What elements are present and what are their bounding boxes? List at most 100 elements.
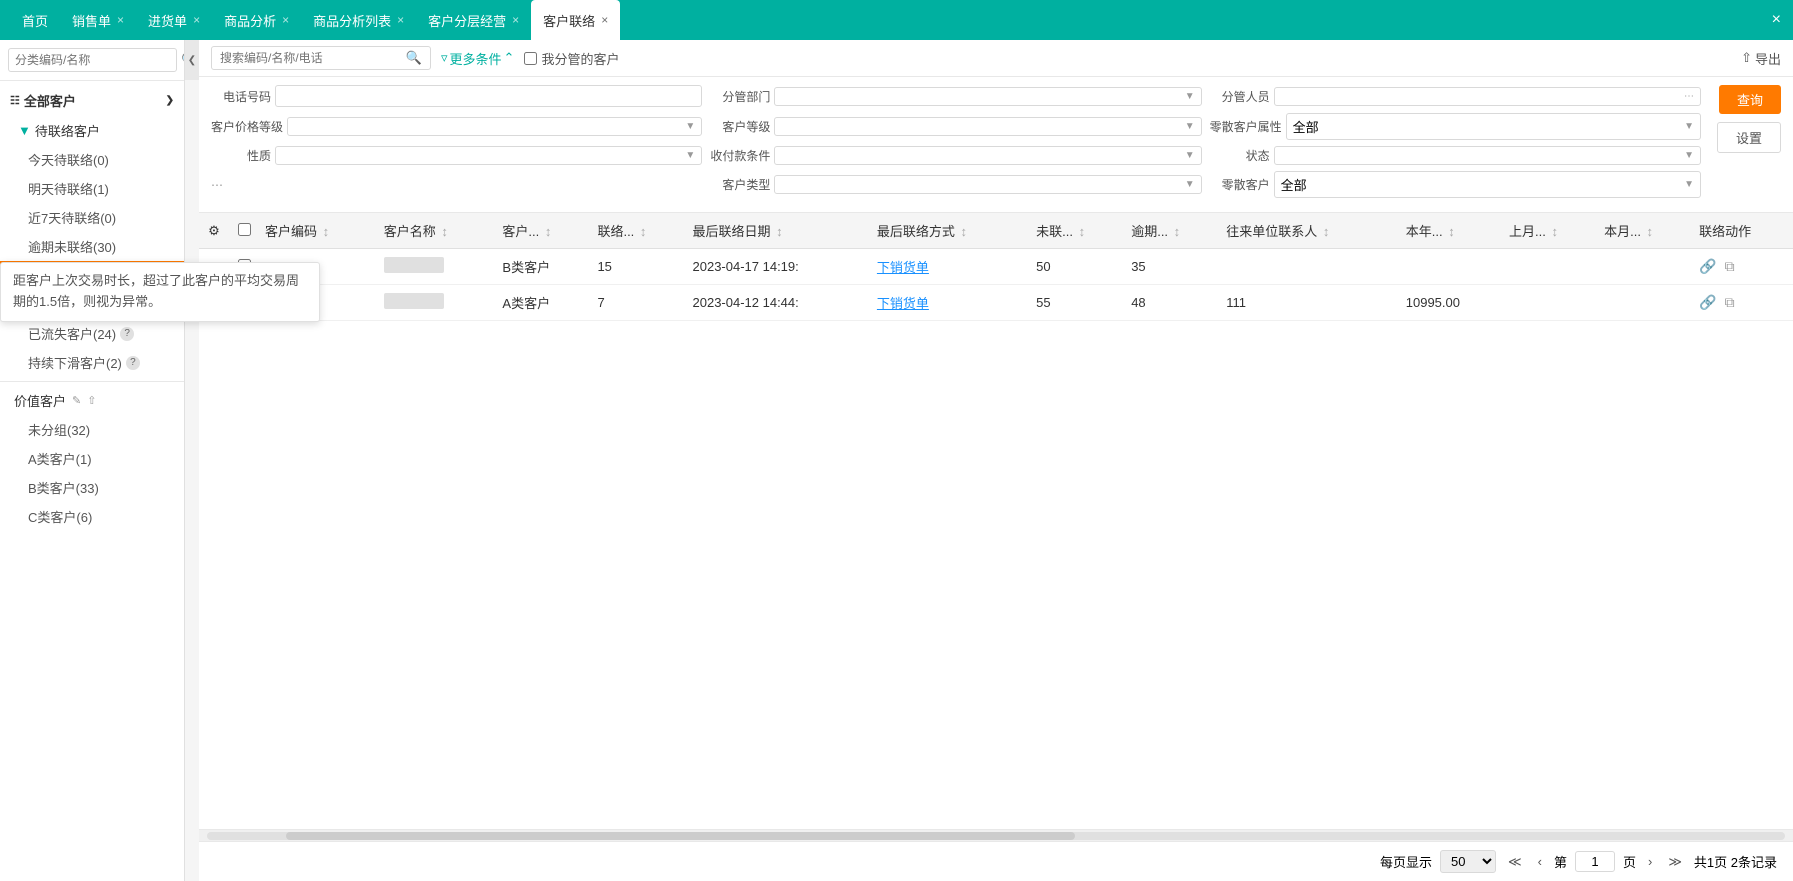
- filter-status-label: 状态: [1210, 147, 1270, 164]
- page-next-button[interactable]: ›: [1644, 854, 1656, 869]
- row-1-this-year: [1400, 249, 1503, 285]
- sidebar-item-declining[interactable]: 持续下滑客户(2) ?: [0, 348, 184, 377]
- nav-customer-layer[interactable]: 客户分层经营 ×: [416, 0, 531, 40]
- value-group-sort-icon[interactable]: ⇧: [87, 394, 96, 407]
- nav-customer-layer-close[interactable]: ×: [512, 13, 519, 27]
- pagination-bar: 每页显示 50 100 200 ≪ ‹ 第 页 › ≫ 共1页 2条记录: [199, 841, 1793, 881]
- select-all-checkbox[interactable]: [238, 223, 251, 236]
- nav-home[interactable]: 首页: [10, 0, 60, 40]
- my-customers-check[interactable]: [524, 52, 537, 65]
- col-overdue[interactable]: 逾期... ↕: [1125, 213, 1220, 249]
- sidebar-item-overdue[interactable]: 逾期未联络(30): [0, 232, 184, 261]
- sidebar-value-group[interactable]: 价值客户 ✎ ⇧: [0, 386, 184, 415]
- row-2-not-contact: 55: [1030, 285, 1125, 321]
- row-1-link-icon[interactable]: 🔗: [1699, 258, 1716, 275]
- export-icon: ⇧: [1741, 50, 1752, 66]
- page-first-button[interactable]: ≪: [1504, 854, 1526, 870]
- filter-phone-label: 电话号码: [211, 88, 271, 105]
- status-dropdown-icon: ▼: [1684, 150, 1694, 161]
- export-button[interactable]: ⇧ 导出: [1741, 49, 1781, 68]
- window-close-button[interactable]: ×: [1772, 11, 1781, 29]
- row-2-method-link[interactable]: 下销货单: [877, 296, 929, 311]
- scrollbar-thumb[interactable]: [286, 832, 1075, 840]
- sidebar-item-cclass[interactable]: C类客户(6): [0, 502, 184, 531]
- settings-button[interactable]: 设置: [1717, 122, 1781, 153]
- col-not-contact[interactable]: 未联... ↕: [1030, 213, 1125, 249]
- search-input[interactable]: [220, 51, 406, 65]
- row-1-action-buttons: 🔗 ⧉: [1699, 258, 1787, 275]
- filter-expand-button[interactable]: ⋯: [211, 178, 223, 192]
- col-last-month[interactable]: 上月... ↕: [1503, 213, 1598, 249]
- more-filters-button[interactable]: ▿ 更多条件 ⌃: [441, 49, 514, 68]
- horizontal-scrollbar[interactable]: [199, 829, 1793, 841]
- filter-status-select[interactable]: ▼: [1274, 146, 1701, 165]
- col-last-contact-method[interactable]: 最后联络方式 ↕: [871, 213, 1030, 249]
- sidebar-item-aclass[interactable]: A类客户(1): [0, 444, 184, 473]
- nav-sales-close[interactable]: ×: [117, 13, 124, 27]
- sidebar-all-customers[interactable]: ☷ 全部客户 ❯: [0, 85, 184, 116]
- sidebar-item-today[interactable]: 今天待联络(0): [0, 145, 184, 174]
- col-contact-person[interactable]: 往来单位联系人 ↕: [1220, 213, 1400, 249]
- filter-retail-select[interactable]: 全部 ▼: [1274, 171, 1701, 198]
- nav-product-analysis[interactable]: 商品分析 ×: [212, 0, 301, 40]
- row-1-last-method[interactable]: 下销货单: [871, 249, 1030, 285]
- row-1-grid-icon[interactable]: ⧉: [1725, 258, 1735, 275]
- info-badge-declining[interactable]: ?: [126, 356, 140, 370]
- nav-purchase-close[interactable]: ×: [193, 13, 200, 27]
- col-this-month[interactable]: 本月... ↕: [1598, 213, 1693, 249]
- sidebar-item-bclass[interactable]: B类客户(33): [0, 473, 184, 502]
- page-last-button[interactable]: ≫: [1664, 854, 1686, 870]
- value-group-edit-icon[interactable]: ✎: [72, 394, 81, 407]
- per-page-select[interactable]: 50 100 200: [1440, 850, 1496, 873]
- col-checkbox: [229, 213, 259, 249]
- sort-type-icon: ↕: [545, 224, 552, 239]
- sort-thisyear-icon: ↕: [1448, 224, 1455, 239]
- sidebar-item-ungrouped[interactable]: 未分组(32): [0, 415, 184, 444]
- sidebar-collapse-icon[interactable]: ❯: [166, 95, 174, 106]
- row-2-last-method[interactable]: 下销货单: [871, 285, 1030, 321]
- col-contact-count[interactable]: 联络... ↕: [591, 213, 686, 249]
- col-last-contact-date[interactable]: 最后联络日期 ↕: [687, 213, 871, 249]
- nav-customer-contact[interactable]: 客户联络 ×: [531, 0, 620, 40]
- search-icon[interactable]: 🔍: [406, 50, 422, 66]
- sidebar-item-tomorrow[interactable]: 明天待联络(1): [0, 174, 184, 203]
- query-button[interactable]: 查询: [1719, 85, 1781, 114]
- nav-purchase[interactable]: 进货单 ×: [136, 0, 212, 40]
- filter-dept-select[interactable]: ▼: [774, 87, 1201, 106]
- nav-product-analysis-list-close[interactable]: ×: [397, 13, 404, 27]
- row-2-grid-icon[interactable]: ⧉: [1725, 294, 1735, 311]
- nav-customer-contact-close[interactable]: ×: [601, 13, 608, 27]
- col-settings[interactable]: ⚙: [199, 213, 229, 249]
- nav-sales[interactable]: 销售单 ×: [60, 0, 136, 40]
- filter-row-3: 性质 ▼ 收付款条件 ▼: [211, 146, 1701, 165]
- filter-customer-type-select[interactable]: ▼: [774, 175, 1201, 194]
- sidebar-item-lost[interactable]: 已流失客户(24) ?: [0, 319, 184, 348]
- col-customer-code[interactable]: 客户编码 ↕: [259, 213, 378, 249]
- sort-method-icon: ↕: [961, 224, 968, 239]
- sidebar-search-input[interactable]: [8, 48, 177, 72]
- filter-price-grade-select[interactable]: ▼: [287, 117, 702, 136]
- sidebar-collapse-button[interactable]: ❮: [185, 40, 199, 80]
- col-customer-name[interactable]: 客户名称 ↕: [378, 213, 497, 249]
- row-1-method-link[interactable]: 下销货单: [877, 260, 929, 275]
- page-prev-button[interactable]: ‹: [1534, 854, 1546, 869]
- info-badge-lost[interactable]: ?: [120, 327, 134, 341]
- sidebar-pending-group[interactable]: ▼ 待联络客户: [0, 116, 184, 145]
- sidebar-item-week[interactable]: 近7天待联络(0): [0, 203, 184, 232]
- col-this-year[interactable]: 本年... ↕: [1400, 213, 1503, 249]
- filter-retail-attr-select[interactable]: 全部 ▼: [1286, 113, 1701, 140]
- filter-customer-grade-select[interactable]: ▼: [774, 117, 1201, 136]
- scrollbar-track: [207, 832, 1785, 840]
- filter-nature-select[interactable]: ▼: [275, 146, 702, 165]
- row-2-link-icon[interactable]: 🔗: [1699, 294, 1716, 311]
- filter-payment-select[interactable]: ▼: [774, 146, 1201, 165]
- page-number-input[interactable]: [1575, 851, 1615, 872]
- col-customer-type[interactable]: 客户... ↕: [496, 213, 591, 249]
- nav-product-analysis-close[interactable]: ×: [282, 13, 289, 27]
- row-2-name: [378, 285, 497, 321]
- filter-retail-attr: 零散客户属性 全部 ▼: [1210, 113, 1701, 140]
- nav-product-analysis-list[interactable]: 商品分析列表 ×: [301, 0, 416, 40]
- filter-manager-select[interactable]: ⋯: [1274, 87, 1701, 106]
- my-customers-checkbox[interactable]: 我分管的客户: [524, 49, 619, 68]
- filter-phone-input[interactable]: [275, 85, 702, 107]
